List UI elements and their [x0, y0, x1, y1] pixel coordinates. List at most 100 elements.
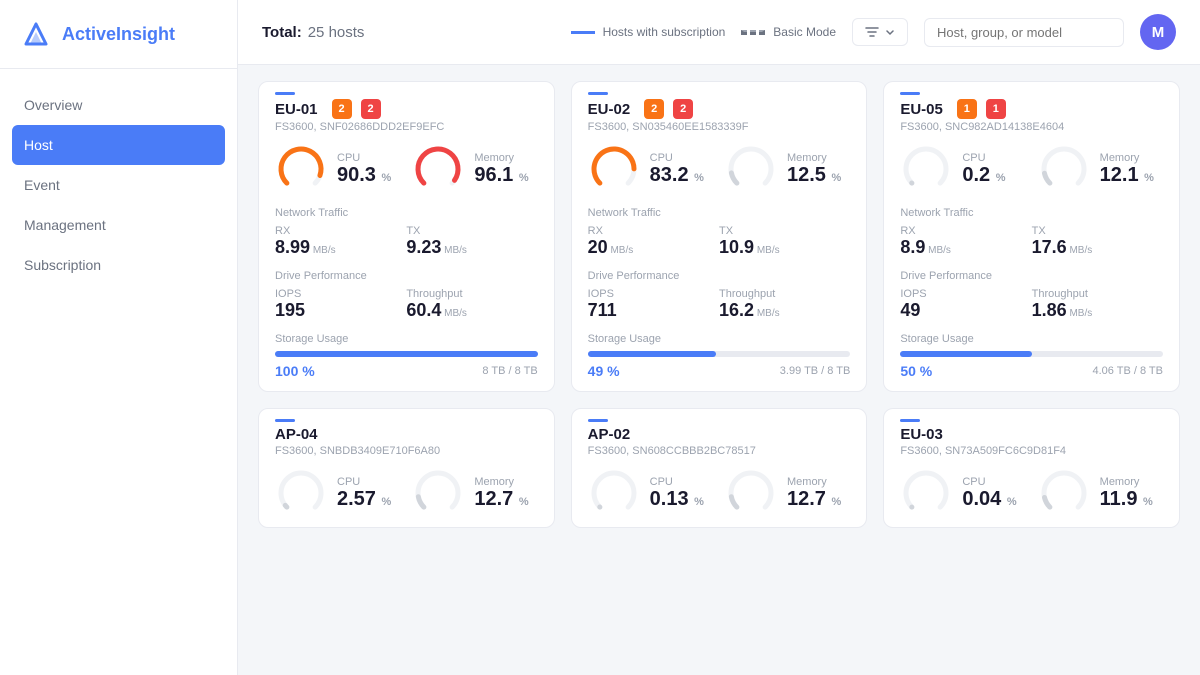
storage-size: 8 TB / 8 TB [482, 365, 537, 377]
cpu-gauge: CPU 90.3 % [275, 143, 400, 195]
cpu-gauge: CPU 0.2 % [900, 143, 1025, 195]
memory-info: Memory 11.9 % [1100, 476, 1153, 511]
drive-row: IOPS 711 Throughput 16.2 MB/s [572, 286, 867, 329]
storage-bar-bg [275, 351, 538, 357]
card-accent [588, 92, 608, 95]
network-section-title: Network Traffic [884, 203, 1179, 223]
card-metrics: CPU 2.57 % Memory 12.7 % [259, 457, 554, 527]
sidebar-item-subscription[interactable]: Subscription [0, 245, 237, 285]
memory-info: Memory 12.5 % [787, 152, 841, 187]
card-accent [588, 419, 608, 422]
memory-gauge: Memory 96.1 % [412, 143, 537, 195]
card-metrics: CPU 0.2 % Memory 12.1 % [884, 133, 1179, 203]
storage-bar-fill [275, 351, 538, 357]
throughput: Throughput 16.2 MB/s [719, 288, 850, 321]
host-card[interactable]: EU-05 1 1 FS3600, SNC982AD14138E4604 CPU… [883, 81, 1180, 392]
host-card[interactable]: AP-02 FS3600, SN608CCBBB2BC78517 CPU 0.1… [571, 408, 868, 528]
throughput: Throughput 60.4 MB/s [406, 288, 537, 321]
storage-size: 3.99 TB / 8 TB [780, 365, 851, 377]
network-row: RX 8.9 MB/s TX 17.6 MB/s [884, 223, 1179, 266]
host-card[interactable]: EU-01 2 2 FS3600, SNF02686DDD2EF9EFC CPU… [258, 81, 555, 392]
storage-pct: 49 % [588, 363, 620, 379]
iops: IOPS 711 [588, 288, 719, 321]
memory-info: Memory 12.1 % [1100, 152, 1154, 187]
cpu-gauge-wrap [588, 467, 640, 519]
legend-line-basic [741, 30, 765, 35]
legend-line-subscription [571, 31, 595, 34]
storage-info: 50 % 4.06 TB / 8 TB [900, 363, 1163, 379]
cpu-gauge-wrap [588, 143, 640, 195]
topbar-left: Total: 25 hosts [262, 24, 364, 41]
storage-label: Storage Usage [900, 333, 1163, 345]
cpu-gauge: CPU 0.04 % [900, 467, 1025, 519]
storage-bar-bg [900, 351, 1163, 357]
host-serial: FS3600, SNC982AD14138E4604 [900, 121, 1163, 133]
storage-bar-fill [900, 351, 1031, 357]
network-rx: RX 8.99 MB/s [275, 225, 406, 258]
network-tx: TX 17.6 MB/s [1032, 225, 1163, 258]
card-metrics: CPU 90.3 % Memory 96.1 % [259, 133, 554, 203]
activeinsight-logo-icon [20, 18, 52, 50]
network-section-title: Network Traffic [259, 203, 554, 223]
sidebar-item-event[interactable]: Event [0, 165, 237, 205]
memory-gauge-wrap [412, 467, 464, 519]
sidebar-item-management[interactable]: Management [0, 205, 237, 245]
storage-pct: 100 % [275, 363, 315, 379]
total-label: Total: [262, 24, 302, 41]
network-row: RX 20 MB/s TX 10.9 MB/s [572, 223, 867, 266]
memory-gauge-wrap [412, 143, 464, 195]
drive-section-title: Drive Performance [884, 266, 1179, 286]
cpu-gauge-wrap [900, 143, 952, 195]
card-accent [275, 92, 295, 95]
host-content: EU-01 2 2 FS3600, SNF02686DDD2EF9EFC CPU… [238, 65, 1200, 675]
host-serial: FS3600, SNF02686DDD2EF9EFC [275, 121, 538, 133]
storage-label: Storage Usage [275, 333, 538, 345]
sidebar-logo-text: ActiveInsight [62, 24, 175, 45]
legend-subscription-label: Hosts with subscription [603, 25, 726, 39]
host-serial: FS3600, SN73A509FC6C9D81F4 [900, 445, 1163, 457]
memory-info: Memory 12.7 % [787, 476, 841, 511]
memory-gauge: Memory 12.7 % [725, 467, 850, 519]
cpu-info: CPU 83.2 % [650, 152, 704, 187]
topbar: Total: 25 hosts Hosts with subscription … [238, 0, 1200, 65]
iops: IOPS 49 [900, 288, 1031, 321]
filter-button[interactable] [852, 18, 908, 46]
memory-gauge-wrap [1038, 143, 1090, 195]
storage-info: 100 % 8 TB / 8 TB [275, 363, 538, 379]
chevron-down-icon [885, 27, 895, 37]
host-serial: FS3600, SN608CCBBB2BC78517 [588, 445, 851, 457]
host-card[interactable]: EU-03 FS3600, SN73A509FC6C9D81F4 CPU 0.0… [883, 408, 1180, 528]
search-input[interactable] [924, 18, 1124, 47]
badge-error: 2 [361, 99, 381, 119]
host-card[interactable]: AP-04 FS3600, SNBDB3409E710F6A80 CPU 2.5… [258, 408, 555, 528]
card-metrics: CPU 0.13 % Memory 12.7 % [572, 457, 867, 527]
legend-basic-label: Basic Mode [773, 25, 836, 39]
storage-size: 4.06 TB / 8 TB [1092, 365, 1163, 377]
cpu-gauge: CPU 2.57 % [275, 467, 400, 519]
host-serial: FS3600, SNBDB3409E710F6A80 [275, 445, 538, 457]
sidebar-item-overview[interactable]: Overview [0, 85, 237, 125]
cpu-info: CPU 2.57 % [337, 476, 391, 511]
host-id: EU-02 [588, 101, 631, 118]
host-card[interactable]: EU-02 2 2 FS3600, SN035460EE1583339F CPU… [571, 81, 868, 392]
cpu-info: CPU 0.04 % [962, 476, 1016, 511]
memory-gauge: Memory 11.9 % [1038, 467, 1163, 519]
host-id: EU-01 [275, 101, 318, 118]
memory-gauge-wrap [725, 143, 777, 195]
cpu-info: CPU 0.13 % [650, 476, 704, 511]
badge-warn: 2 [332, 99, 352, 119]
memory-gauge: Memory 12.5 % [725, 143, 850, 195]
network-row: RX 8.99 MB/s TX 9.23 MB/s [259, 223, 554, 266]
memory-gauge-wrap [1038, 467, 1090, 519]
storage-pct: 50 % [900, 363, 932, 379]
card-accent [900, 419, 920, 422]
memory-info: Memory 12.7 % [474, 476, 528, 511]
storage-bar-fill [588, 351, 717, 357]
topbar-right: Hosts with subscription Basic Mode M [571, 14, 1176, 50]
iops: IOPS 195 [275, 288, 406, 321]
badge-warn: 1 [957, 99, 977, 119]
sidebar-nav: Overview Host Event Management Subscript… [0, 69, 237, 675]
sidebar-item-host[interactable]: Host [12, 125, 225, 165]
storage-section: Storage Usage 50 % 4.06 TB / 8 TB [884, 329, 1179, 391]
badge-warn: 2 [644, 99, 664, 119]
